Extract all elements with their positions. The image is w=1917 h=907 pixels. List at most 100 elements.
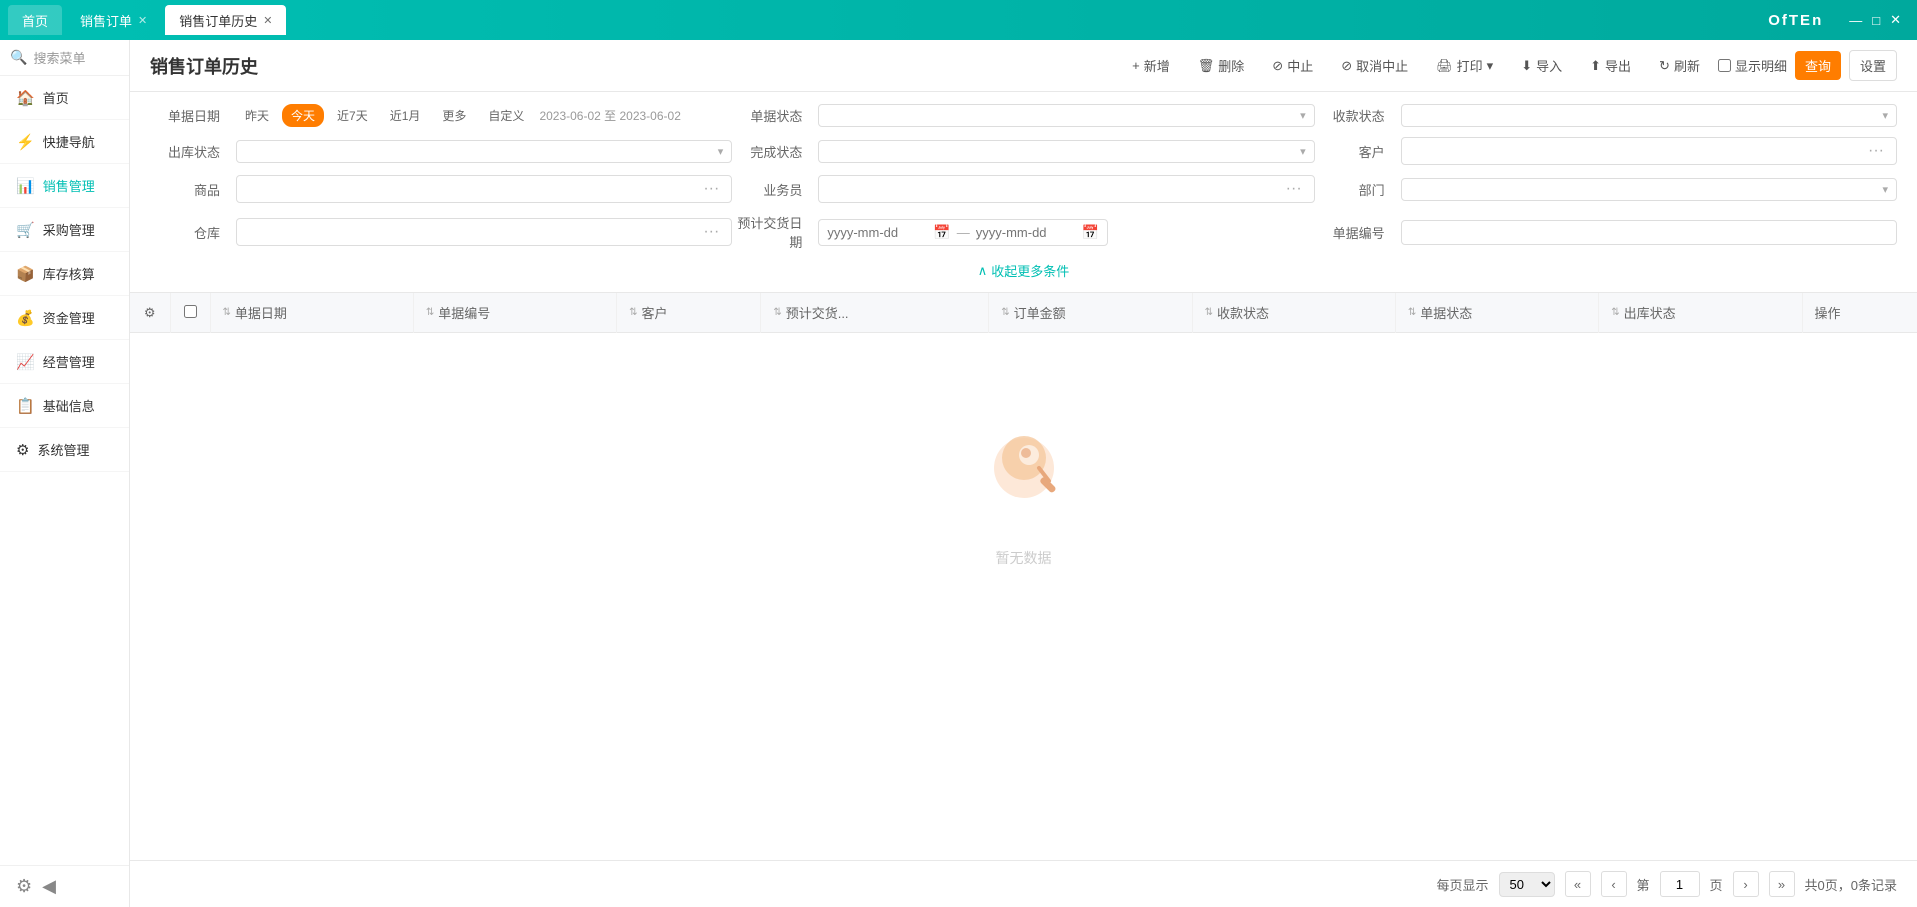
display-toggle[interactable]: 显示明细 [1718, 56, 1787, 75]
print-button[interactable]: 🖨 打印 ▾ [1426, 51, 1503, 80]
th-order-status[interactable]: ⇅ 单据状态 [1395, 293, 1598, 333]
th-amount-sortable[interactable]: ⇅ 订单金额 [1001, 303, 1179, 322]
data-table: ⚙ ⇅ 单据日期 ⇅ [130, 293, 1917, 333]
collapse-filter-btn[interactable]: ∧ 收起更多条件 [150, 261, 1897, 280]
product-field[interactable] [245, 182, 699, 197]
order-no-input[interactable] [1401, 220, 1897, 245]
th-customer-sortable[interactable]: ⇅ 客户 [629, 303, 748, 322]
next-page-btn[interactable]: › [1733, 871, 1759, 897]
calendar-to-icon[interactable]: 📅 [1082, 224, 1099, 241]
settings-gear-icon[interactable]: ⚙ [144, 305, 156, 320]
date-to-input[interactable] [976, 225, 1076, 240]
filter-row-4: 仓库 ··· 预计交货日期 📅 — 📅 [150, 213, 1897, 251]
per-page-select[interactable]: 50 10 20 100 [1499, 872, 1555, 897]
add-button[interactable]: + 新增 [1122, 51, 1180, 80]
page-suffix: 页 [1710, 875, 1723, 894]
tab-sales-order-history[interactable]: 销售订单历史 ✕ [165, 5, 286, 35]
th-paymentstatus-sortable[interactable]: ⇅ 收款状态 [1205, 303, 1383, 322]
empty-illustration [974, 413, 1074, 532]
product-input[interactable]: ··· [236, 175, 732, 203]
display-toggle-checkbox[interactable] [1718, 59, 1731, 72]
search-bar[interactable]: 🔍 搜索菜单 [0, 40, 129, 76]
query-button[interactable]: 查询 [1795, 51, 1841, 80]
today-btn[interactable]: 今天 [282, 104, 324, 127]
tab-sales-order-close[interactable]: ✕ [138, 14, 147, 27]
th-orderstatus-sortable[interactable]: ⇅ 单据状态 [1408, 303, 1586, 322]
tab-sales-order-history-label: 销售订单历史 [179, 11, 257, 30]
calendar-from-icon[interactable]: 📅 [933, 224, 950, 241]
top-bar: 首页 销售订单 ✕ 销售订单历史 ✕ OfTEn — □ ✕ [0, 0, 1917, 40]
th-customer[interactable]: ⇅ 客户 [617, 293, 761, 333]
prev-page-btn[interactable]: ‹ [1601, 871, 1627, 897]
th-checkbox[interactable] [170, 293, 210, 333]
sidebar-item-system[interactable]: ⚙ 系统管理 [0, 428, 129, 472]
th-settings[interactable]: ⚙ [130, 293, 170, 333]
th-amount[interactable]: ⇅ 订单金额 [989, 293, 1192, 333]
th-orderno-sortable[interactable]: ⇅ 单据编号 [426, 303, 604, 322]
tab-sales-order[interactable]: 销售订单 ✕ [66, 5, 161, 35]
sidebar-item-sales[interactable]: 📊 销售管理 [0, 164, 129, 208]
sidebar-item-purchase[interactable]: 🛒 采购管理 [0, 208, 129, 252]
warehouse-out-select[interactable]: ▾ [236, 140, 732, 163]
1month-btn[interactable]: 近1月 [381, 104, 430, 127]
current-page-input[interactable] [1660, 871, 1700, 897]
th-warehousestatus-sortable[interactable]: ⇅ 出库状态 [1611, 303, 1789, 322]
more-btn[interactable]: 更多 [433, 104, 475, 127]
7days-btn[interactable]: 近7天 [328, 104, 377, 127]
payment-select[interactable]: ▾ [1401, 104, 1897, 127]
warehouse-field[interactable] [245, 225, 699, 240]
status-select[interactable]: ▾ [818, 104, 1314, 127]
sidebar-item-operations[interactable]: 📈 经营管理 [0, 340, 129, 384]
minimize-btn[interactable]: — [1849, 13, 1862, 28]
empty-state: 暂无数据 [130, 333, 1917, 648]
product-dots-btn[interactable]: ··· [699, 180, 723, 198]
th-date-sortable[interactable]: ⇅ 单据日期 [223, 303, 401, 322]
last-page-btn[interactable]: » [1769, 871, 1795, 897]
customer-input[interactable]: ··· [1401, 137, 1897, 165]
department-select[interactable]: ▾ [1401, 178, 1897, 201]
salesperson-field[interactable] [827, 182, 1281, 197]
customer-field[interactable] [1410, 144, 1864, 159]
order-no-field[interactable] [1410, 225, 1888, 240]
warehouse-out-dropdown-icon: ▾ [718, 145, 724, 158]
collapse-sidebar-icon[interactable]: ◀ [42, 876, 56, 897]
th-date[interactable]: ⇅ 单据日期 [210, 293, 413, 333]
select-all-checkbox[interactable] [184, 305, 197, 318]
warehouse-input[interactable]: ··· [236, 218, 732, 246]
sidebar-item-finance[interactable]: 💰 资金管理 [0, 296, 129, 340]
warehouse-dots-btn[interactable]: ··· [699, 223, 723, 241]
th-expecteddate-sortable[interactable]: ⇅ 预计交货... [773, 303, 976, 322]
import-button[interactable]: ⬇ 导入 [1511, 51, 1572, 80]
tab-home-label: 首页 [22, 11, 48, 30]
tab-sales-order-label: 销售订单 [80, 11, 132, 30]
th-expected-date[interactable]: ⇅ 预计交货... [761, 293, 989, 333]
sidebar-item-inventory[interactable]: 📦 库存核算 [0, 252, 129, 296]
export-button[interactable]: ⬆ 导出 [1580, 51, 1641, 80]
stop-label: 中止 [1287, 56, 1313, 75]
th-warehouse-status[interactable]: ⇅ 出库状态 [1599, 293, 1802, 333]
tab-sales-order-history-close[interactable]: ✕ [263, 14, 272, 27]
sidebar-item-base-info[interactable]: 📋 基础信息 [0, 384, 129, 428]
expected-date-from[interactable]: 📅 — 📅 [818, 219, 1108, 246]
maximize-btn[interactable]: □ [1872, 13, 1880, 28]
customer-dots-btn[interactable]: ··· [1864, 142, 1888, 160]
delete-button[interactable]: 🗑 删除 [1188, 51, 1255, 80]
custom-btn[interactable]: 自定义 [479, 104, 533, 127]
th-order-no[interactable]: ⇅ 单据编号 [413, 293, 616, 333]
settings-bottom-icon[interactable]: ⚙ [16, 876, 32, 897]
date-from-input[interactable] [827, 225, 927, 240]
stop-button[interactable]: ⊘ 中止 [1262, 51, 1323, 80]
cancel-stop-button[interactable]: ⊘ 取消中止 [1331, 51, 1418, 80]
salesperson-input[interactable]: ··· [818, 175, 1314, 203]
settings-button[interactable]: 设置 [1849, 50, 1897, 81]
tab-home[interactable]: 首页 [8, 5, 62, 35]
first-page-btn[interactable]: « [1565, 871, 1591, 897]
salesperson-dots-btn[interactable]: ··· [1282, 180, 1306, 198]
close-btn[interactable]: ✕ [1890, 12, 1901, 28]
yesterday-btn[interactable]: 昨天 [236, 104, 278, 127]
sidebar-item-quick-nav[interactable]: ⚡ 快捷导航 [0, 120, 129, 164]
refresh-button[interactable]: ↻ 刷新 [1649, 51, 1710, 80]
th-payment-status[interactable]: ⇅ 收款状态 [1192, 293, 1395, 333]
sidebar-item-home[interactable]: 🏠 首页 [0, 76, 129, 120]
complete-select[interactable]: ▾ [818, 140, 1314, 163]
